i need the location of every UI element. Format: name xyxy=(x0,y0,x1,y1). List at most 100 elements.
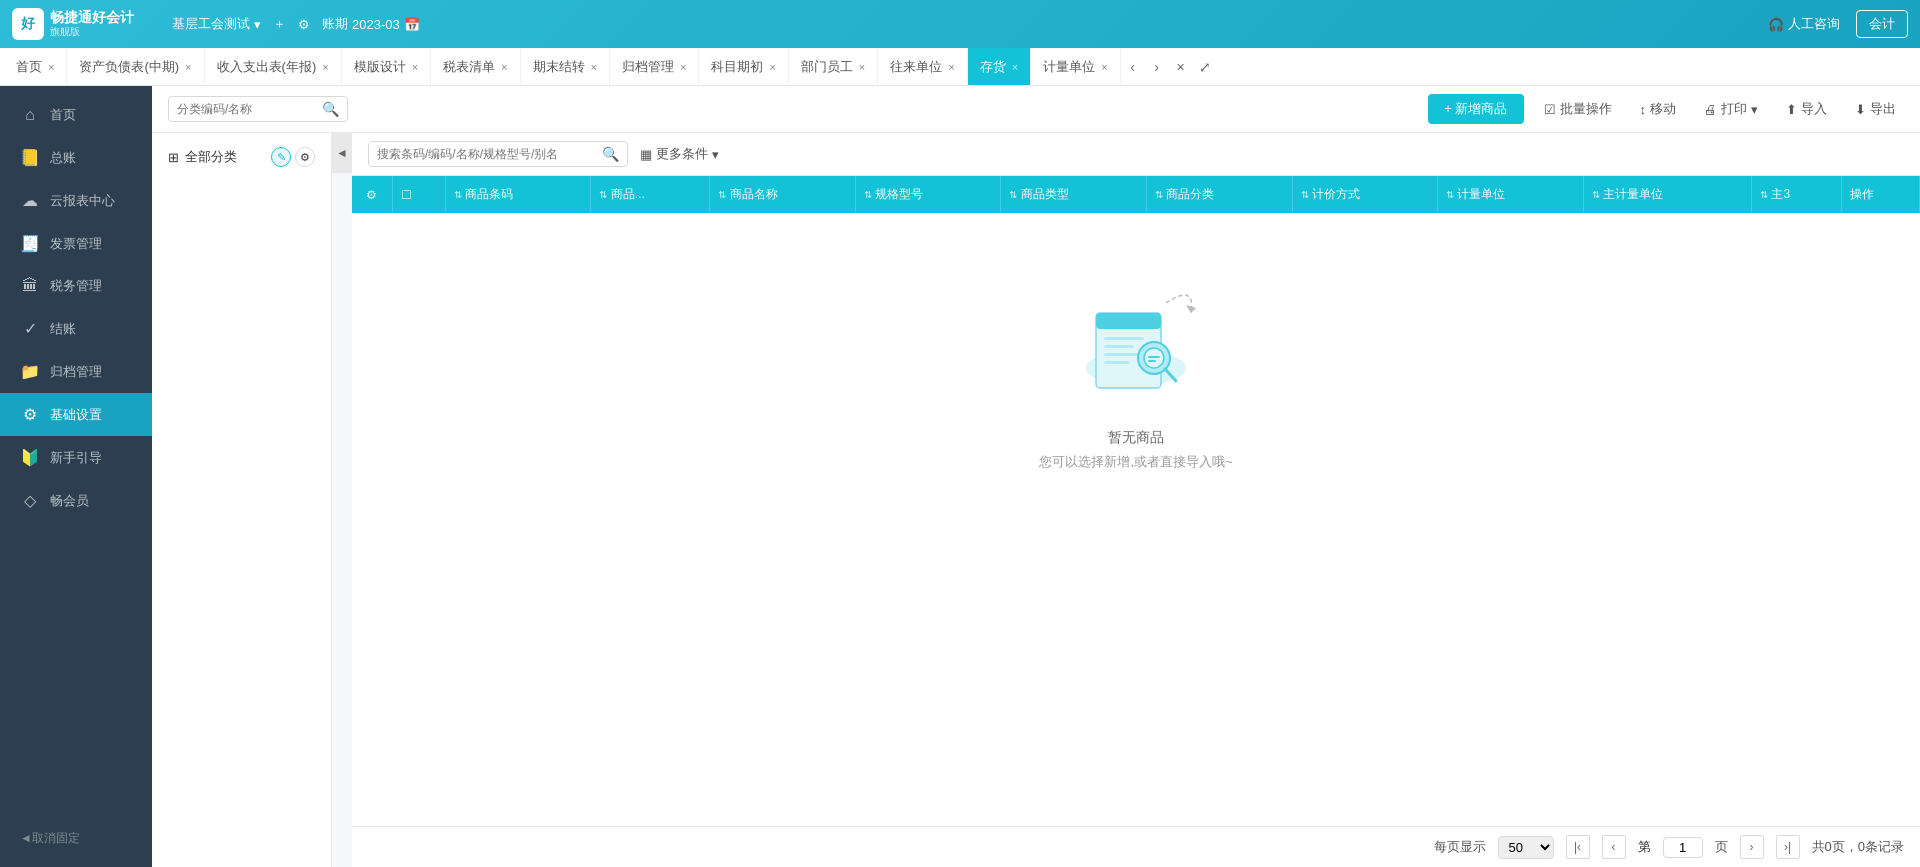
home-icon: ⌂ xyxy=(20,106,40,124)
tab-partner[interactable]: 往来单位 × xyxy=(878,48,967,86)
col-checkbox[interactable]: ☐ xyxy=(392,176,445,213)
tab-department[interactable]: 部门员工 × xyxy=(789,48,878,86)
sidebar-item-member[interactable]: ◇ 畅会员 xyxy=(0,479,152,522)
tab-bar: 首页 × 资产负债表(中期) × 收入支出表(年报) × 模版设计 × 税表清单… xyxy=(0,48,1920,86)
product-search-input[interactable] xyxy=(377,147,596,161)
tab-home[interactable]: 首页 × xyxy=(4,48,67,86)
close-tab-unit[interactable]: × xyxy=(1101,61,1107,73)
sidebar-item-guide[interactable]: 🔰 新手引导 xyxy=(0,436,152,479)
last-page-button[interactable]: ›| xyxy=(1776,835,1800,859)
close-tab-period-end[interactable]: × xyxy=(591,61,597,73)
close-tab-tax[interactable]: × xyxy=(501,61,507,73)
cancel-fixed-button[interactable]: ◄取消固定 xyxy=(0,818,152,859)
col-name[interactable]: ⇅ 商品名称 xyxy=(710,176,856,213)
panel-collapse-button[interactable]: ◄ xyxy=(332,133,352,173)
tab-expand-button[interactable]: ⤢ xyxy=(1193,55,1217,79)
tab-template[interactable]: 模版设计 × xyxy=(342,48,431,86)
export-button[interactable]: ⬇ 导出 xyxy=(1847,96,1904,122)
page-number-input[interactable] xyxy=(1663,837,1703,858)
import-button[interactable]: ⬆ 导入 xyxy=(1778,96,1835,122)
close-tab-balance[interactable]: × xyxy=(185,61,191,73)
tab-balance[interactable]: 资产负债表(中期) × xyxy=(67,48,204,86)
company-selector[interactable]: 基层工会测试 ▾ xyxy=(172,15,261,33)
close-tab-inventory[interactable]: × xyxy=(1012,61,1018,73)
first-page-button[interactable]: |‹ xyxy=(1566,835,1590,859)
archive-icon: 📁 xyxy=(20,362,40,381)
ledger-icon: 📒 xyxy=(20,148,40,167)
tab-archive[interactable]: 归档管理 × xyxy=(610,48,699,86)
tab-close-all-button[interactable]: × xyxy=(1169,55,1193,79)
close-tab-template[interactable]: × xyxy=(412,61,418,73)
category-edit-button[interactable]: ✎ xyxy=(271,147,291,167)
page-size-select[interactable]: 50 10 20 100 xyxy=(1498,836,1554,859)
print-icon: 🖨 xyxy=(1704,102,1717,117)
add-tab-button[interactable]: ＋ xyxy=(273,15,286,33)
category-settings-button[interactable]: ⚙ xyxy=(295,147,315,167)
add-product-button[interactable]: + 新增商品 xyxy=(1428,94,1523,124)
batch-icon: ☑ xyxy=(1544,102,1556,117)
product-search-box[interactable]: 🔍 xyxy=(368,141,628,167)
dropdown-icon: ▾ xyxy=(712,147,719,162)
prev-page-button[interactable]: ‹ xyxy=(1602,835,1626,859)
close-tab-home[interactable]: × xyxy=(48,61,54,73)
sidebar-item-archive[interactable]: 📁 归档管理 xyxy=(0,350,152,393)
product-search-icon[interactable]: 🔍 xyxy=(602,146,619,162)
product-table: ⚙ ☐ ⇅ 商品条码 ⇅ 商品... ⇅ 商品名称 ⇅ 规格型号 ⇅ 商品类型 … xyxy=(352,176,1920,213)
col-unit[interactable]: ⇅ 计量单位 xyxy=(1438,176,1584,213)
col-spec[interactable]: ⇅ 规格型号 xyxy=(855,176,1001,213)
product-table-wrapper: ⚙ ☐ ⇅ 商品条码 ⇅ 商品... ⇅ 商品名称 ⇅ 规格型号 ⇅ 商品类型 … xyxy=(352,176,1920,826)
sidebar-label-archive: 归档管理 xyxy=(50,363,102,381)
page-size-label: 每页显示 xyxy=(1434,838,1486,856)
help-button[interactable]: 🎧 人工咨询 xyxy=(1768,15,1840,33)
tab-prev-button[interactable]: ‹ xyxy=(1121,55,1145,79)
col-extra[interactable]: ⇅ 主3 xyxy=(1752,176,1842,213)
print-button[interactable]: 🖨 打印 ▾ xyxy=(1696,96,1766,122)
app-title: 畅捷通好会计 xyxy=(50,9,134,26)
sidebar-label-member: 畅会员 xyxy=(50,492,89,510)
close-tab-income[interactable]: × xyxy=(322,61,328,73)
empty-state: 暂无商品 您可以选择新增,或者直接导入哦~ xyxy=(352,213,1920,531)
account-button[interactable]: 会计 xyxy=(1856,10,1908,38)
col-code[interactable]: ⇅ 商品... xyxy=(591,176,710,213)
close-tab-subject[interactable]: × xyxy=(769,61,775,73)
close-tab-partner[interactable]: × xyxy=(948,61,954,73)
col-type[interactable]: ⇅ 商品类型 xyxy=(1001,176,1147,213)
move-button[interactable]: ↕ 移动 xyxy=(1632,96,1685,122)
category-search-icon[interactable]: 🔍 xyxy=(322,101,339,117)
sidebar-item-close[interactable]: ✓ 结账 xyxy=(0,307,152,350)
more-conditions-button[interactable]: ▦ 更多条件 ▾ xyxy=(640,145,719,163)
sidebar-item-home[interactable]: ⌂ 首页 xyxy=(0,94,152,136)
sidebar-item-basic[interactable]: ⚙ 基础设置 xyxy=(0,393,152,436)
col-category[interactable]: ⇅ 商品分类 xyxy=(1146,176,1292,213)
tab-next-button[interactable]: › xyxy=(1145,55,1169,79)
sidebar-item-report[interactable]: ☁ 云报表中心 xyxy=(0,179,152,222)
col-main-unit[interactable]: ⇅ 主计量单位 xyxy=(1583,176,1751,213)
next-page-button[interactable]: › xyxy=(1740,835,1764,859)
col-settings[interactable]: ⚙ xyxy=(352,176,392,213)
tab-subject[interactable]: 科目期初 × xyxy=(699,48,788,86)
sidebar-label-home: 首页 xyxy=(50,106,76,124)
close-tab-archive[interactable]: × xyxy=(680,61,686,73)
close-tab-department[interactable]: × xyxy=(859,61,865,73)
col-barcode[interactable]: ⇅ 商品条码 xyxy=(445,176,591,213)
settings-button[interactable]: ⚙ xyxy=(298,17,310,32)
all-categories-item[interactable]: ⊞ 全部分类 ✎ ⚙ xyxy=(160,141,323,173)
sidebar-item-ledger[interactable]: 📒 总账 xyxy=(0,136,152,179)
tab-tax[interactable]: 税表清单 × xyxy=(431,48,520,86)
content-area: 🔍 + 新增商品 ☑ 批量操作 ↕ 移动 🖨 打印 ▾ ⬆ 导入 xyxy=(152,86,1920,867)
sidebar-item-tax[interactable]: 🏛 税务管理 xyxy=(0,265,152,307)
tab-inventory[interactable]: 存货 × xyxy=(968,48,1031,86)
category-search-box[interactable]: 🔍 xyxy=(168,96,348,122)
sidebar-item-invoice[interactable]: 🧾 发票管理 xyxy=(0,222,152,265)
col-price-method[interactable]: ⇅ 计价方式 xyxy=(1292,176,1438,213)
page-label-prefix: 第 xyxy=(1638,838,1651,856)
batch-operation-button[interactable]: ☑ 批量操作 xyxy=(1536,96,1620,122)
tab-period-end[interactable]: 期末结转 × xyxy=(521,48,610,86)
tab-income[interactable]: 收入支出表(年报) × xyxy=(205,48,342,86)
svg-rect-5 xyxy=(1104,345,1134,348)
top-header: 好 畅捷通好会计 旗舰版 基层工会测试 ▾ ＋ ⚙ 账期 2023-03 📅 🎧… xyxy=(0,0,1920,48)
category-search-input[interactable] xyxy=(177,102,316,116)
col-action: 操作 xyxy=(1841,176,1919,213)
all-categories-label: 全部分类 xyxy=(185,148,237,166)
tab-unit[interactable]: 计量单位 × xyxy=(1031,48,1120,86)
